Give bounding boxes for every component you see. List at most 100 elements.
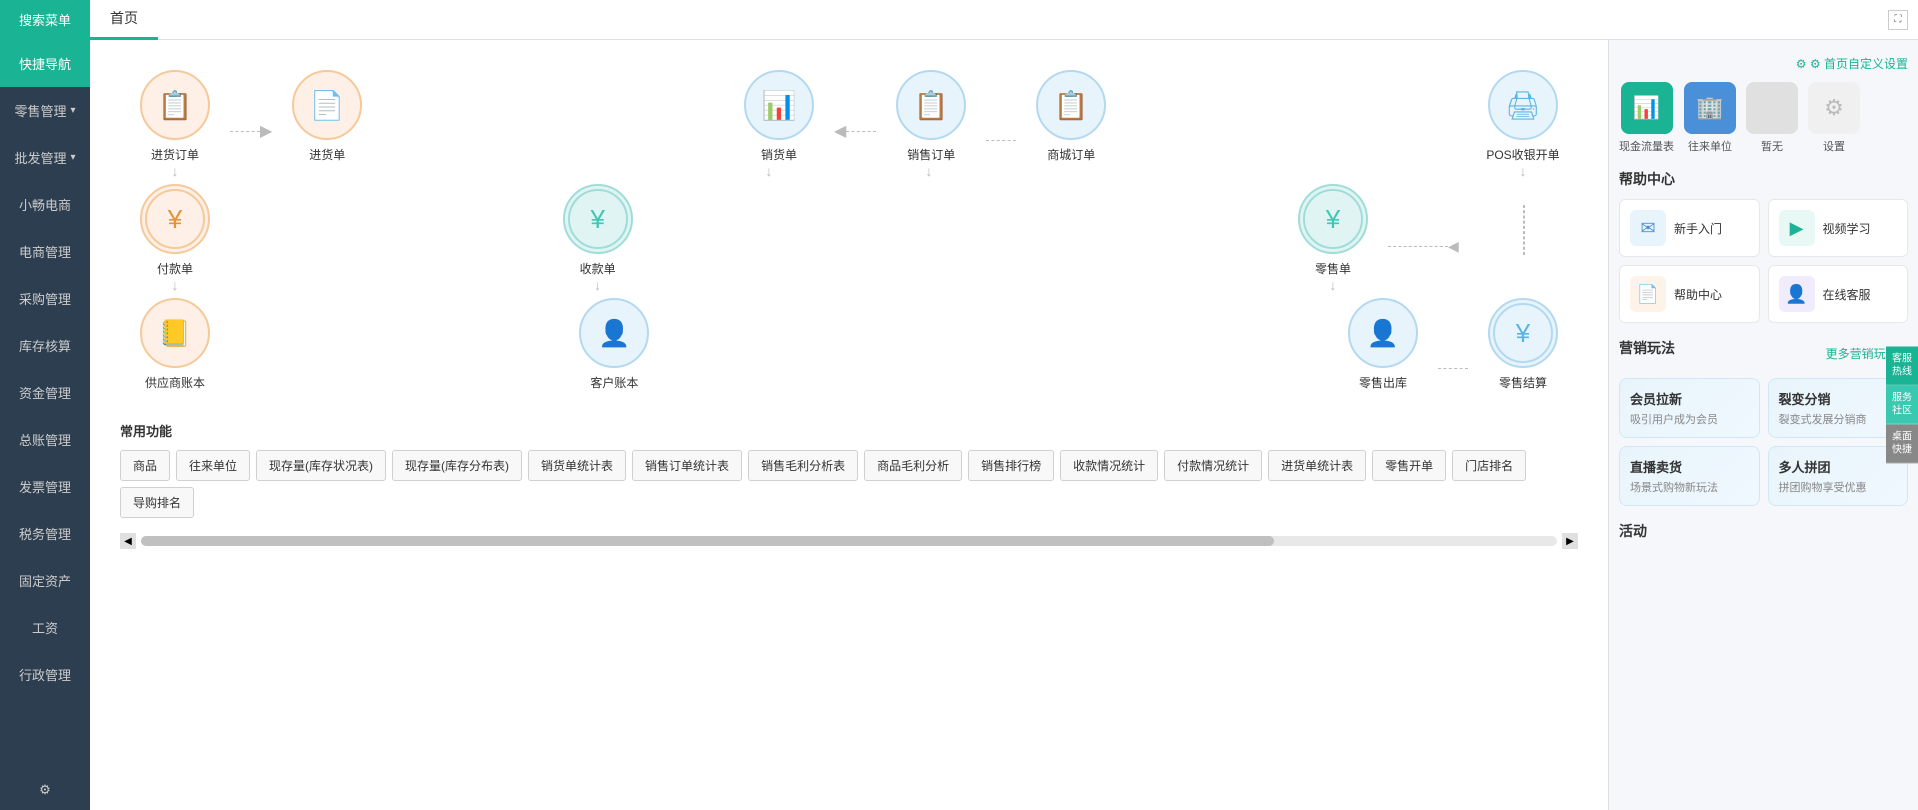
quick-icon-item[interactable]: 🏢 往来单位 [1684, 82, 1736, 154]
float-btn-desktop[interactable]: 桌面快捷 [1886, 425, 1918, 464]
expand-icon[interactable]: ⛶ [1888, 10, 1908, 30]
circle-purchase-order[interactable]: 📋 [140, 70, 210, 140]
float-btn-community[interactable]: 服务社区 [1886, 386, 1918, 425]
sidebar-item-12[interactable]: 工资 [0, 604, 90, 651]
help-item[interactable]: ▶视频学习 [1768, 199, 1909, 257]
func-button[interactable]: 销货单统计表 [528, 450, 626, 481]
sidebar: 快捷导航零售管理 ▾批发管理 ▾小畅电商电商管理采购管理库存核算资金管理总账管理… [0, 40, 90, 810]
quick-icon-box: 🏢 [1684, 82, 1736, 134]
sidebar-item-0[interactable]: 快捷导航 [0, 40, 90, 87]
common-functions-title: 常用功能 [120, 421, 1578, 440]
quick-icon-item[interactable]: ⚙设置 [1808, 82, 1860, 154]
func-button[interactable]: 零售开单 [1372, 450, 1446, 481]
help-label: 帮助中心 [1674, 286, 1722, 303]
circle-retail-settlement[interactable]: ¥ [1488, 298, 1558, 368]
help-item[interactable]: 📄帮助中心 [1619, 265, 1760, 323]
node-customer-account[interactable]: 👤 客户账本 [559, 298, 669, 391]
settings-icon: ⚙ [39, 782, 51, 797]
circle-mall-order[interactable]: 📋 [1036, 70, 1106, 140]
help-item[interactable]: 👤在线客服 [1768, 265, 1909, 323]
func-button[interactable]: 导购排名 [120, 487, 194, 518]
help-grid: ✉新手入门▶视频学习📄帮助中心👤在线客服 [1619, 199, 1908, 323]
label-purchase-order: 进货订单 [151, 146, 199, 163]
func-button[interactable]: 现存量(库存分布表) [392, 450, 522, 481]
marketing-item-desc: 场景式购物新玩法 [1630, 479, 1749, 495]
circle-receipt[interactable]: ¥ [563, 184, 633, 254]
sidebar-item-10[interactable]: 税务管理 [0, 510, 90, 557]
func-button[interactable]: 往来单位 [176, 450, 250, 481]
func-button[interactable]: 现存量(库存状况表) [256, 450, 386, 481]
node-purchase-slip[interactable]: 📄 进货单 [272, 70, 382, 163]
func-button[interactable]: 收款情况统计 [1060, 450, 1158, 481]
quick-icon-item[interactable]: 暂无 [1746, 82, 1798, 154]
label-customer-account: 客户账本 [590, 374, 638, 391]
tab-home[interactable]: 首页 [90, 0, 158, 40]
func-button[interactable]: 门店排名 [1452, 450, 1526, 481]
node-retail-settlement[interactable]: ¥ 零售结算 [1468, 298, 1578, 391]
node-sales-order[interactable]: 📋 销售订单 [876, 70, 986, 163]
customize-label[interactable]: ⚙ 首页自定义设置 [1810, 57, 1908, 71]
circle-customer-account[interactable]: 👤 [579, 298, 649, 368]
circle-retail[interactable]: ¥ [1298, 184, 1368, 254]
circle-sales-slip[interactable]: 📊 [744, 70, 814, 140]
node-retail-outbound[interactable]: 👤 零售出库 [1328, 298, 1438, 391]
node-sales-slip[interactable]: 📊 销货单 [724, 70, 834, 163]
label-purchase-slip: 进货单 [309, 146, 345, 163]
search-menu-button[interactable]: 搜索菜单 [0, 0, 90, 40]
sidebar-settings[interactable]: ⚙ [0, 770, 90, 810]
marketing-item[interactable]: 直播卖货场景式购物新玩法 [1619, 446, 1760, 506]
label-retail-settlement: 零售结算 [1499, 374, 1547, 391]
sidebar-item-8[interactable]: 总账管理 [0, 416, 90, 463]
help-item[interactable]: ✉新手入门 [1619, 199, 1760, 257]
quick-icons: 📊现金流量表🏢 往来单位暂无⚙设置 [1619, 82, 1908, 154]
sidebar-item-11[interactable]: 固定资产 [0, 557, 90, 604]
func-button[interactable]: 进货单统计表 [1268, 450, 1366, 481]
label-retail: 零售单 [1315, 260, 1351, 277]
node-receipt[interactable]: ¥ 收款单 [543, 184, 653, 277]
sidebar-item-5[interactable]: 采购管理 [0, 275, 90, 322]
node-purchase-order[interactable]: 📋 进货订单 [120, 70, 230, 163]
node-supplier-account[interactable]: 📒 供应商账本 [120, 298, 230, 391]
quick-icon-label: 现金流量表 [1619, 138, 1674, 154]
func-button[interactable]: 销售订单统计表 [632, 450, 742, 481]
activity-section: 活动 [1619, 521, 1908, 541]
sidebar-item-4[interactable]: 电商管理 [0, 228, 90, 275]
right-panel: ⚙ ⚙ 首页自定义设置 📊现金流量表🏢 往来单位暂无⚙设置 帮助中心 ✉新手入门▶… [1608, 40, 1918, 810]
sidebar-item-1[interactable]: 零售管理 ▾ [0, 87, 90, 134]
circle-purchase-slip[interactable]: 📄 [292, 70, 362, 140]
quick-icon-label: 往来单位 [1688, 138, 1732, 154]
sidebar-item-6[interactable]: 库存核算 [0, 322, 90, 369]
node-pos[interactable]: 🖨 POS收银开单 [1468, 70, 1578, 163]
help-label: 新手入门 [1674, 220, 1722, 237]
circle-payment[interactable]: ¥ [140, 184, 210, 254]
sidebar-item-13[interactable]: 行政管理 [0, 651, 90, 698]
home-customize[interactable]: ⚙ ⚙ 首页自定义设置 [1619, 50, 1908, 82]
func-button[interactable]: 付款情况统计 [1164, 450, 1262, 481]
circle-pos[interactable]: 🖨 [1488, 70, 1558, 140]
label-pos: POS收银开单 [1486, 146, 1559, 163]
func-button[interactable]: 商品毛利分析 [864, 450, 962, 481]
scroll-left[interactable]: ◀ [120, 533, 136, 549]
node-mall-order[interactable]: 📋 商城订单 [1016, 70, 1126, 163]
sidebar-item-7[interactable]: 资金管理 [0, 369, 90, 416]
sidebar-item-3[interactable]: 小畅电商 [0, 181, 90, 228]
func-button[interactable]: 销售排行榜 [968, 450, 1054, 481]
node-retail[interactable]: ¥ 零售单 [1278, 184, 1388, 277]
sidebar-item-2[interactable]: 批发管理 ▾ [0, 134, 90, 181]
circle-supplier-account[interactable]: 📒 [140, 298, 210, 368]
gear-icon: ⚙ [1796, 57, 1807, 71]
circle-retail-outbound[interactable]: 👤 [1348, 298, 1418, 368]
func-button[interactable]: 销售毛利分析表 [748, 450, 858, 481]
func-button[interactable]: 商品 [120, 450, 170, 481]
help-label: 在线客服 [1823, 286, 1871, 303]
label-retail-outbound: 零售出库 [1359, 374, 1407, 391]
scroll-track[interactable] [141, 536, 1557, 546]
sidebar-item-9[interactable]: 发票管理 [0, 463, 90, 510]
quick-icon-item[interactable]: 📊现金流量表 [1619, 82, 1674, 154]
scroll-right[interactable]: ▶ [1562, 533, 1578, 549]
node-payment[interactable]: ¥ 付款单 [120, 184, 230, 277]
circle-sales-order[interactable]: 📋 [896, 70, 966, 140]
marketing-item[interactable]: 会员拉新吸引用户成为会员 [1619, 378, 1760, 438]
func-grid: 商品往来单位现存量(库存状况表)现存量(库存分布表)销货单统计表销售订单统计表销… [120, 450, 1578, 518]
float-btn-service[interactable]: 客服热线 [1886, 347, 1918, 386]
